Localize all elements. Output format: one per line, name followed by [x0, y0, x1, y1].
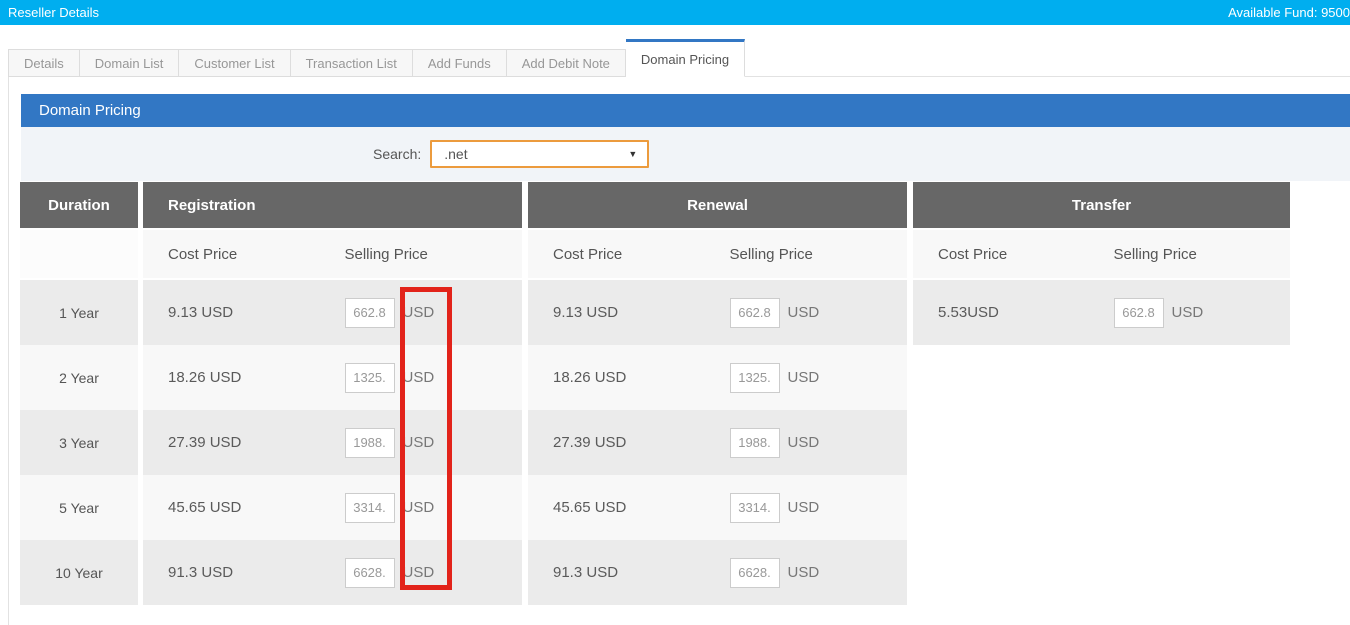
tab-bar: Details Domain List Customer List Transa… — [8, 39, 746, 77]
selling-price-input[interactable] — [344, 297, 395, 328]
search-select[interactable]: .net ▼ — [430, 140, 650, 168]
transfer-column: Transfer Cost Price Selling Price 5.53US… — [913, 182, 1290, 345]
table-row: 27.39 USD USD — [143, 410, 522, 475]
cost-price-header: Cost Price — [168, 245, 238, 263]
currency-label: USD — [787, 304, 820, 321]
table-row: 18.26 USD USD — [143, 345, 522, 410]
table-row: 45.65 USD USD — [528, 475, 907, 540]
selling-price-header: Selling Price — [1113, 245, 1197, 263]
selling-price-input[interactable] — [729, 297, 780, 328]
available-fund-label: Available Fund: 9500 — [1228, 5, 1350, 20]
cost-price-value: 9.13 USD — [168, 304, 234, 321]
transfer-header: Transfer — [913, 182, 1290, 230]
registration-header: Registration — [143, 182, 522, 230]
cost-price-value: 45.65 USD — [553, 499, 627, 516]
duration-cell: 2 Year — [20, 345, 138, 410]
duration-column: Duration 1 Year 2 Year 3 Year 5 Year 10 … — [20, 182, 138, 605]
selling-price-input[interactable] — [729, 362, 780, 393]
cost-price-value: 27.39 USD — [553, 434, 627, 451]
renewal-subheader: Cost Price Selling Price — [528, 230, 907, 280]
selling-price-header: Selling Price — [729, 245, 813, 263]
transfer-subheader: Cost Price Selling Price — [913, 230, 1290, 280]
selling-price-input[interactable] — [729, 492, 780, 523]
table-row: 45.65 USD USD — [143, 475, 522, 540]
cost-price-value: 5.53USD — [938, 304, 999, 321]
selling-price-input[interactable] — [344, 427, 395, 458]
tab-customer-list[interactable]: Customer List — [179, 49, 291, 77]
selling-price-header: Selling Price — [344, 245, 428, 263]
cost-price-value: 9.13 USD — [553, 304, 619, 321]
cost-price-value: 91.3 USD — [553, 564, 619, 581]
tab-transaction-list[interactable]: Transaction List — [290, 49, 413, 77]
table-row: 27.39 USD USD — [528, 410, 907, 475]
duration-cell: 3 Year — [20, 410, 138, 475]
panel-header-title: Domain Pricing — [39, 102, 141, 119]
duration-subheader-blank — [20, 230, 138, 280]
domain-pricing-table: Duration 1 Year 2 Year 3 Year 5 Year 10 … — [20, 182, 1290, 605]
registration-column: Registration Cost Price Selling Price 9.… — [143, 182, 522, 605]
currency-label: USD — [787, 564, 820, 581]
cost-price-value: 18.26 USD — [553, 369, 627, 386]
selling-price-input[interactable] — [729, 427, 780, 458]
currency-label: USD — [787, 369, 820, 386]
table-row: 91.3 USD USD — [528, 540, 907, 605]
tab-details[interactable]: Details — [8, 49, 80, 77]
tab-domain-list[interactable]: Domain List — [79, 49, 180, 77]
currency-label: USD — [787, 499, 820, 516]
cost-price-value: 18.26 USD — [168, 369, 242, 386]
currency-label: USD — [402, 564, 435, 581]
search-select-value: .net — [444, 146, 468, 162]
currency-label: USD — [402, 434, 435, 451]
duration-header: Duration — [20, 182, 138, 230]
tab-domain-pricing[interactable]: Domain Pricing — [625, 39, 746, 77]
currency-label: USD — [1171, 304, 1204, 321]
search-band: Search: .net ▼ — [21, 127, 1350, 181]
selling-price-input[interactable] — [729, 557, 780, 588]
tab-add-funds[interactable]: Add Funds — [412, 49, 507, 77]
table-row: 18.26 USD USD — [528, 345, 907, 410]
duration-cell: 5 Year — [20, 475, 138, 540]
currency-label: USD — [787, 434, 820, 451]
cost-price-header: Cost Price — [553, 245, 623, 263]
duration-cell: 10 Year — [20, 540, 138, 605]
selling-price-input[interactable] — [344, 362, 395, 393]
page-title: Reseller Details — [8, 5, 100, 20]
table-row: 5.53USD USD — [913, 280, 1290, 345]
search-label: Search: — [373, 146, 422, 162]
table-row: 9.13 USD USD — [143, 280, 522, 345]
cost-price-value: 27.39 USD — [168, 434, 242, 451]
selling-price-input[interactable] — [344, 492, 395, 523]
duration-cell: 1 Year — [20, 280, 138, 345]
cost-price-value: 45.65 USD — [168, 499, 242, 516]
cost-price-header: Cost Price — [938, 245, 1008, 263]
table-row: 91.3 USD USD — [143, 540, 522, 605]
currency-label: USD — [402, 304, 435, 321]
tab-add-debit-note[interactable]: Add Debit Note — [506, 49, 626, 77]
chevron-down-icon: ▼ — [628, 149, 638, 159]
table-row: 9.13 USD USD — [528, 280, 907, 345]
topbar: Reseller Details Available Fund: 9500 — [0, 0, 1350, 25]
renewal-header: Renewal — [528, 182, 907, 230]
cost-price-value: 91.3 USD — [168, 564, 234, 581]
selling-price-input[interactable] — [1113, 297, 1164, 328]
currency-label: USD — [402, 499, 435, 516]
panel-header: Domain Pricing — [21, 94, 1350, 127]
selling-price-input[interactable] — [344, 557, 395, 588]
registration-subheader: Cost Price Selling Price — [143, 230, 522, 280]
currency-label: USD — [402, 369, 435, 386]
renewal-column: Renewal Cost Price Selling Price 9.13 US… — [528, 182, 907, 605]
